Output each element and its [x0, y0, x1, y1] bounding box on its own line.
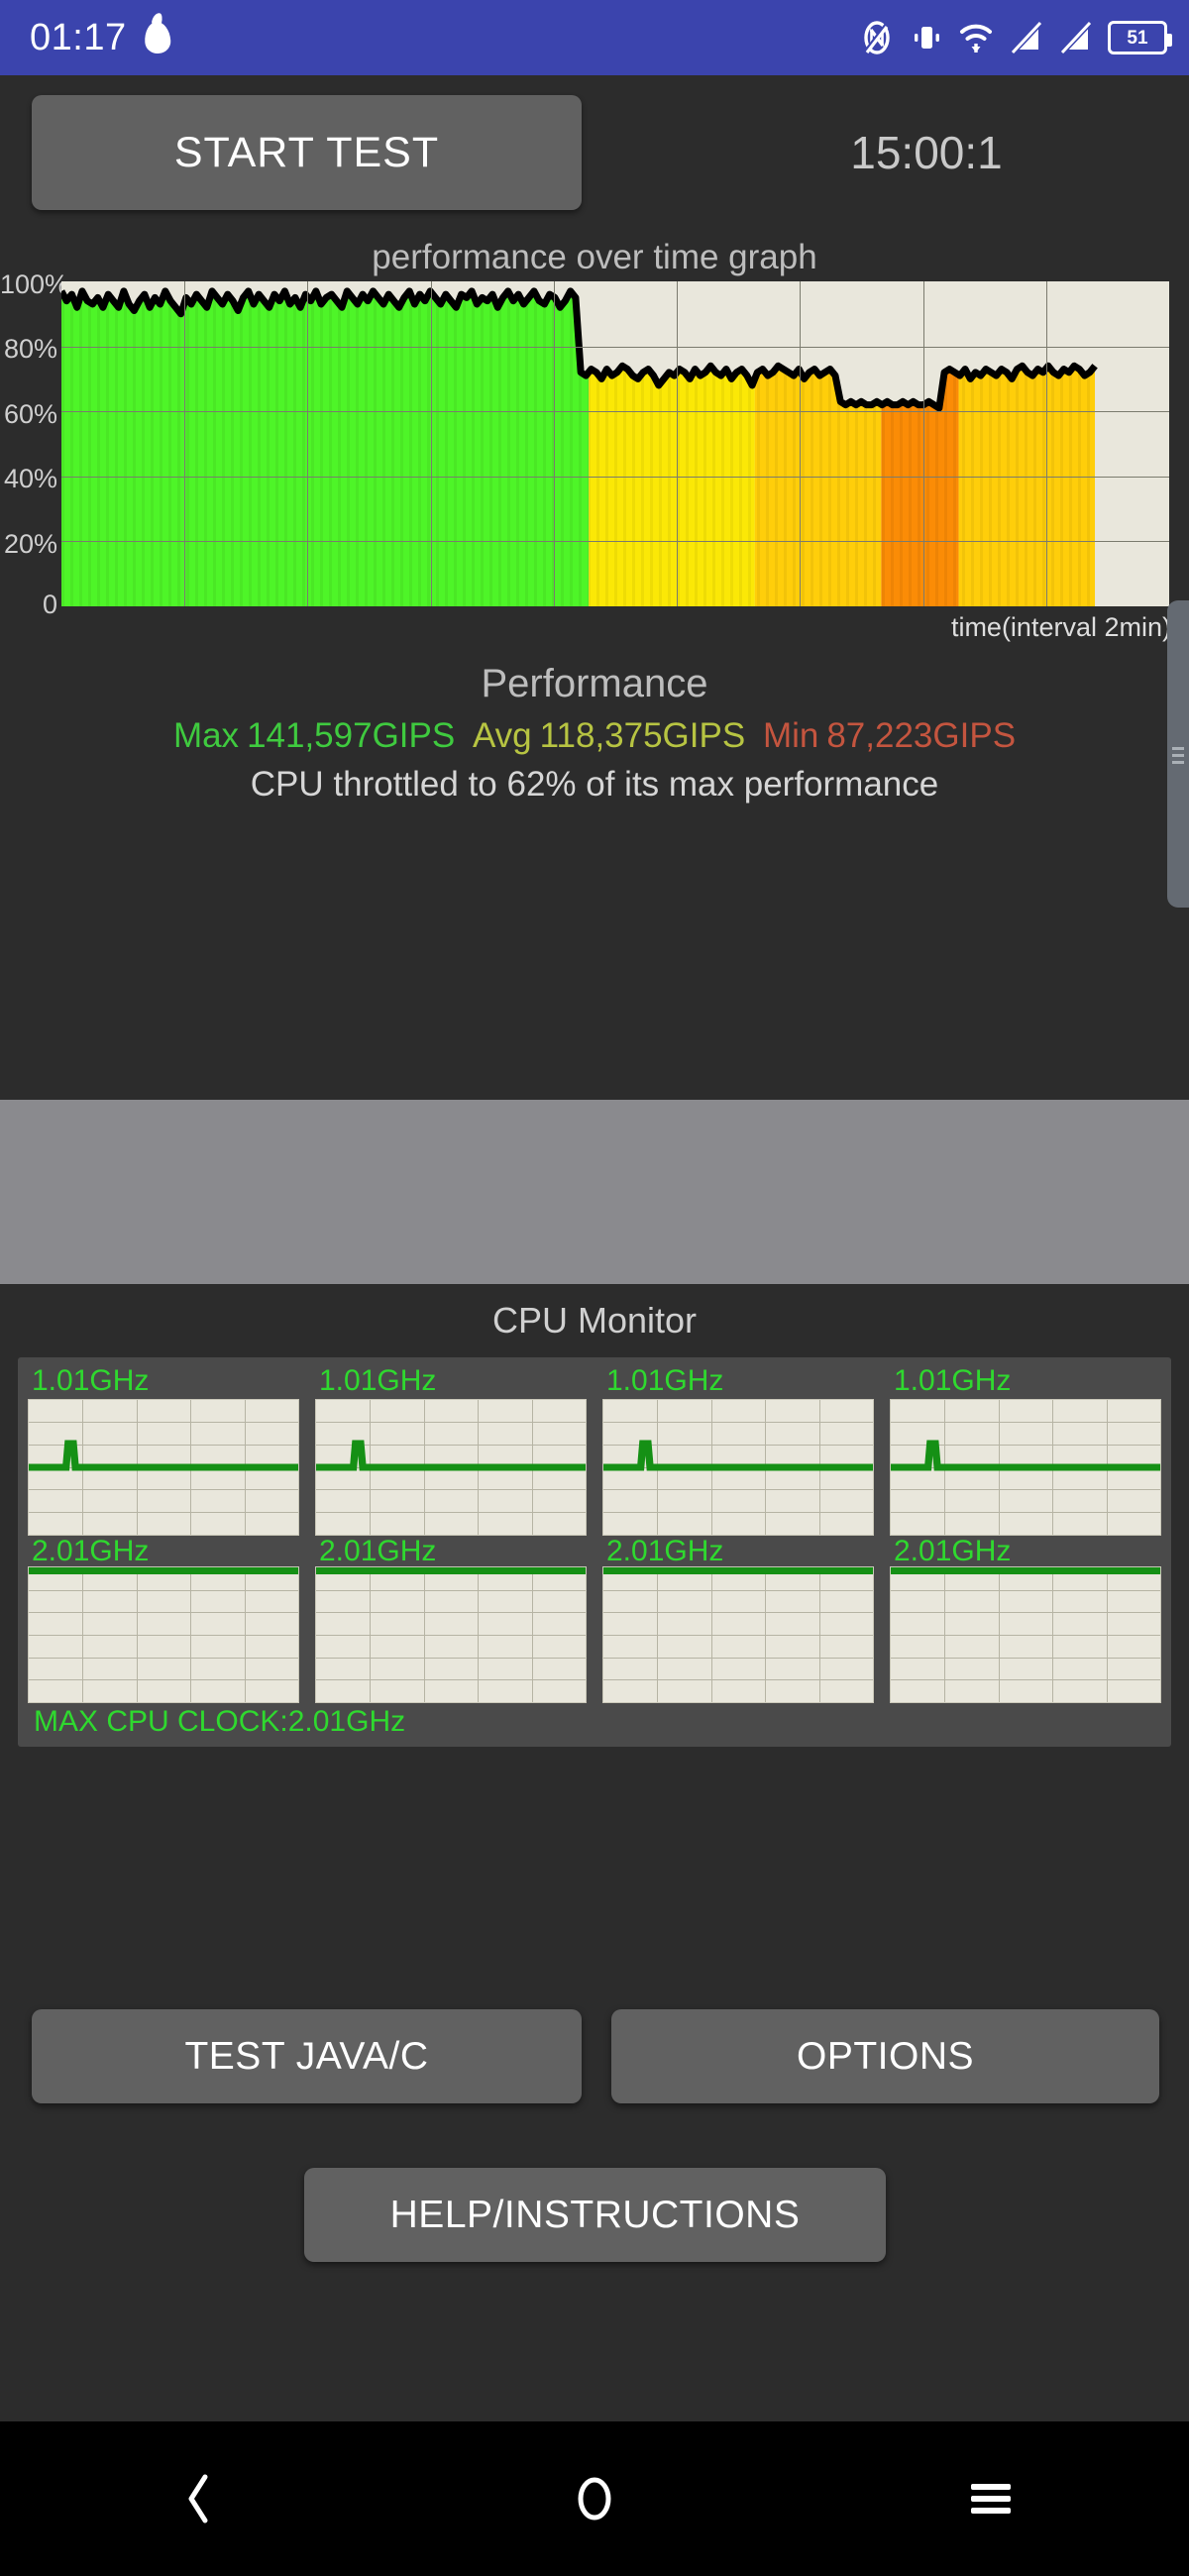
signal-off-icon-2 [1058, 20, 1092, 55]
cpu-core-2: 1.01GHz [315, 1365, 587, 1536]
cpu-core-7: 2.01GHz [602, 1536, 874, 1704]
performance-summary: Performance Max141,597GIPS Avg118,375GIP… [0, 662, 1189, 805]
y-tick-60: 60% [0, 399, 57, 430]
start-test-button[interactable]: START TEST [32, 95, 582, 210]
cpu-core-frequency: 1.01GHz [315, 1365, 587, 1397]
cpu-core-4: 1.01GHz [890, 1365, 1161, 1536]
cpu-monitor-title: CPU Monitor [0, 1300, 1189, 1342]
status-bar: 01:17 [0, 0, 1189, 75]
menu-icon[interactable] [793, 2421, 1189, 2576]
chart-title: performance over time graph [0, 238, 1189, 277]
options-button[interactable]: OPTIONS [611, 2009, 1159, 2103]
y-tick-0: 0 [0, 590, 57, 620]
performance-stats: Max141,597GIPS Avg118,375GIPS Min87,223G… [0, 716, 1189, 756]
chart-vgrid [1046, 281, 1047, 606]
signal-off-icon-1 [1009, 20, 1042, 55]
min-label: Min [763, 716, 818, 755]
cpu-core-frequency: 2.01GHz [315, 1536, 587, 1567]
help-instructions-button[interactable]: HELP/INSTRUCTIONS [304, 2168, 886, 2262]
chart-vgrid [923, 281, 924, 606]
cpu-core-frequency: 1.01GHz [28, 1365, 299, 1397]
cpu-core-3: 1.01GHz [602, 1365, 874, 1536]
cpu-core-graph [315, 1566, 587, 1703]
cpu-core-frequency: 1.01GHz [890, 1365, 1161, 1397]
cpu-core-frequency: 2.01GHz [602, 1536, 874, 1567]
min-value: 87,223GIPS [826, 716, 1016, 755]
max-cpu-clock-label: MAX CPU CLOCK:2.01GHz [28, 1703, 1161, 1741]
cpu-core-row-2: 2.01GHz 2.01GHz 2.01GHz 2.01GHz [28, 1536, 1161, 1704]
y-tick-100: 100% [0, 269, 57, 300]
nfc-off-icon [860, 20, 894, 55]
x-axis-label: time(interval 2min) [951, 612, 1171, 643]
chart-vgrid [554, 281, 555, 606]
cpu-core-graph [890, 1399, 1161, 1536]
cpu-monitor-panel: 1.01GHz1.01GHz1.01GHz1.01GHz 2.01GHz2.01… [18, 1357, 1171, 1747]
chart-hgrid [61, 477, 1169, 478]
y-tick-40: 40% [0, 464, 57, 494]
chart-vgrid [431, 281, 432, 606]
ad-banner-placeholder[interactable] [0, 1100, 1189, 1284]
cpu-core-graph [28, 1399, 299, 1536]
y-tick-20: 20% [0, 529, 57, 560]
performance-header: Performance [0, 662, 1189, 706]
chart-hgrid [61, 541, 1169, 542]
chart-vgrid [184, 281, 185, 606]
cpu-core-6: 2.01GHz [315, 1536, 587, 1704]
test-timer: 15:00:1 [694, 95, 1159, 210]
top-controls: START TEST 15:00:1 [0, 75, 1189, 184]
vibrate-icon [910, 20, 943, 55]
flame-icon [144, 21, 171, 54]
cpu-core-frequency: 2.01GHz [28, 1536, 299, 1567]
throttle-note: CPU throttled to 62% of its max performa… [0, 765, 1189, 805]
cpu-core-graph [28, 1566, 299, 1703]
cpu-core-frequency: 2.01GHz [890, 1536, 1161, 1567]
app-root: START TEST 15:00:1 performance over time… [0, 75, 1189, 2421]
wifi-icon [959, 20, 993, 55]
status-clock: 01:17 [30, 19, 127, 56]
cpu-core-graph [602, 1399, 874, 1536]
performance-chart: performance over time graph 100% 80% 60%… [0, 238, 1189, 654]
chart-vgrid [307, 281, 308, 606]
cpu-core-5: 2.01GHz [28, 1536, 299, 1704]
battery-icon: 51 [1108, 21, 1167, 54]
chart-vgrid [800, 281, 801, 606]
cpu-core-graph [602, 1566, 874, 1703]
chart-hgrid [61, 411, 1169, 412]
chart-hgrid [61, 347, 1169, 348]
cpu-core-row-1: 1.01GHz 1.01GHz 1.01GHz 1.01GHz [28, 1365, 1161, 1536]
avg-label: Avg [473, 716, 532, 755]
status-icons: 51 [860, 20, 1167, 55]
home-icon[interactable] [396, 2421, 793, 2576]
battery-level: 51 [1127, 29, 1147, 48]
test-java-c-button[interactable]: TEST JAVA/C [32, 2009, 582, 2103]
max-label: Max [173, 716, 239, 755]
back-icon[interactable] [0, 2421, 396, 2576]
chart-plot-area [61, 281, 1169, 606]
cpu-core-frequency: 1.01GHz [602, 1365, 874, 1397]
cpu-core-graph [315, 1399, 587, 1536]
cpu-core-graph [890, 1566, 1161, 1703]
max-value: 141,597GIPS [247, 716, 455, 755]
cpu-monitor-section: CPU Monitor 1.01GHz1.01GHz1.01GHz1.01GHz… [0, 1300, 1189, 1747]
y-tick-80: 80% [0, 334, 57, 365]
cpu-core-8: 2.01GHz [890, 1536, 1161, 1704]
chart-vgrid [677, 281, 678, 606]
android-navigation-bar [0, 2421, 1189, 2576]
avg-value: 118,375GIPS [540, 716, 746, 755]
cpu-core-1: 1.01GHz [28, 1365, 299, 1536]
